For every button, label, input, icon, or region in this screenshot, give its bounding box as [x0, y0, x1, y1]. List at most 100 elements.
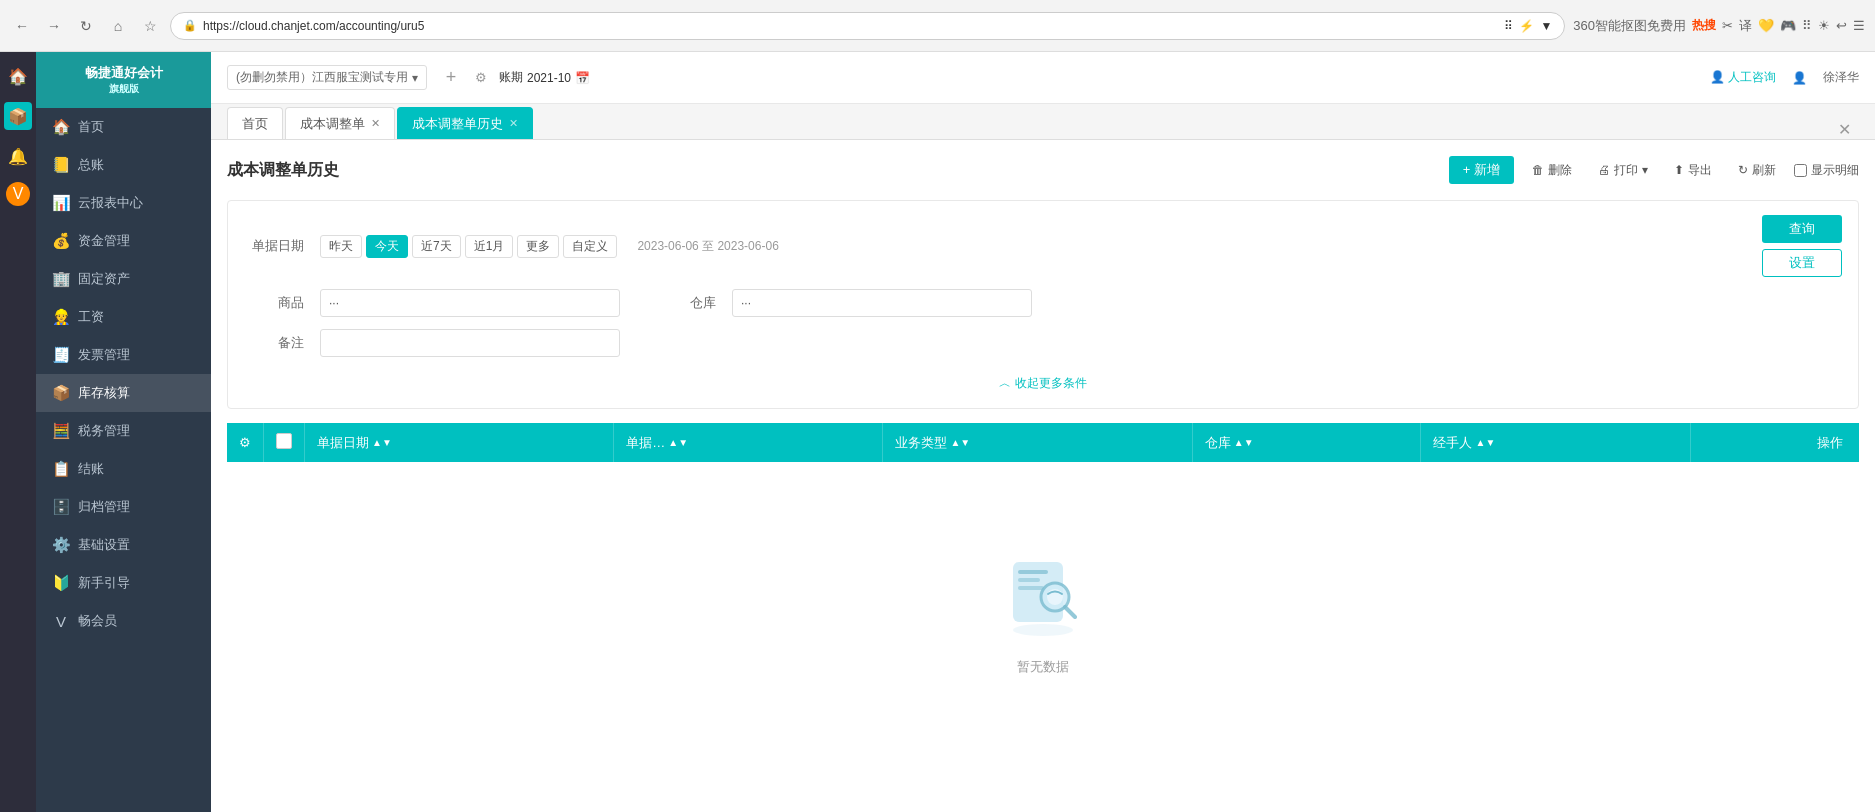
number-sort[interactable]: 单据… ▲▼ [626, 434, 870, 452]
url-bar[interactable]: 🔒 https://cloud.chanjet.com/accounting/u… [170, 12, 1565, 40]
settings-icon[interactable]: ⚙ [475, 70, 487, 85]
flash-icon: ⚡ [1519, 19, 1534, 33]
sidebar-item-7[interactable]: 📦库存核算 [36, 374, 211, 412]
refresh-button[interactable]: ↻ [74, 14, 98, 38]
tab-cost-adjust-history-close[interactable]: ✕ [509, 117, 518, 130]
new-button[interactable]: + 新增 [1449, 156, 1514, 184]
icon-bar-active[interactable]: 📦 [4, 102, 32, 130]
calendar-icon[interactable]: 📅 [575, 71, 590, 85]
query-button[interactable]: 查询 [1762, 215, 1842, 243]
browser-tools: 360智能抠图免费用 热搜 ✂ 译 💛 🎮 ⠿ ☀ ↩ ☰ [1573, 17, 1865, 35]
col-date[interactable]: 单据日期 ▲▼ [305, 423, 614, 462]
user-service[interactable]: 👤 人工咨询 [1710, 69, 1776, 86]
header-checkbox[interactable] [276, 433, 292, 449]
data-table: ⚙ 单据日期 ▲▼ [227, 423, 1859, 462]
add-tab-button[interactable]: + [439, 66, 463, 90]
warehouse-sort-arrows: ▲▼ [1234, 438, 1254, 448]
date-btn-0[interactable]: 昨天 [320, 235, 362, 258]
date-btn-5[interactable]: 自定义 [563, 235, 617, 258]
date-sort[interactable]: 单据日期 ▲▼ [317, 434, 601, 452]
sidebar-icon-7: 📦 [52, 384, 70, 402]
company-selector[interactable]: (勿删勿禁用）江西服宝测试专用 ▾ [227, 65, 427, 90]
svg-rect-2 [1018, 570, 1048, 574]
sidebar-item-10[interactable]: 🗄️归档管理 [36, 488, 211, 526]
export-icon: ⬆ [1674, 163, 1684, 177]
game-icon: 🎮 [1780, 18, 1796, 33]
tab-cost-adjust-history[interactable]: 成本调整单历史 ✕ [397, 107, 533, 139]
type-sort[interactable]: 业务类型 ▲▼ [895, 434, 1179, 452]
app-wrapper: 🏠 📦 🔔 V 畅捷通好会计 旗舰版 🏠首页📒总账📊云报表中心💰资金管理🏢固定资… [0, 52, 1875, 812]
display-checkbox[interactable] [1794, 164, 1807, 177]
display-toggle[interactable]: 显示明细 [1794, 162, 1859, 179]
home-button[interactable]: ⌂ [106, 14, 130, 38]
refresh-button[interactable]: ↻ 刷新 [1730, 158, 1784, 183]
handler-sort-arrows: ▲▼ [1475, 438, 1495, 448]
sidebar-item-11[interactable]: ⚙️基础设置 [36, 526, 211, 564]
col-type[interactable]: 业务类型 ▲▼ [883, 423, 1192, 462]
col-settings[interactable]: ⚙ [227, 423, 264, 462]
icon-bar-notification[interactable]: 🔔 [4, 142, 32, 170]
sidebar-label-8: 税务管理 [78, 422, 130, 440]
date-range: 2023-06-06 至 2023-06-06 [637, 238, 778, 255]
page-title: 成本调整单历史 [227, 160, 339, 181]
sidebar-item-2[interactable]: 📊云报表中心 [36, 184, 211, 222]
sidebar-label-6: 发票管理 [78, 346, 130, 364]
tab-home[interactable]: 首页 [227, 107, 283, 139]
date-btn-2[interactable]: 近7天 [412, 235, 461, 258]
remark-input[interactable] [320, 329, 620, 357]
period-info: 账期 2021-10 📅 [499, 69, 590, 86]
setting-button[interactable]: 设置 [1762, 249, 1842, 277]
filter-bar: 单据日期 昨天今天近7天近1月更多自定义 2023-06-06 至 2023-0… [227, 200, 1859, 409]
close-window-icon[interactable]: ✕ [1830, 120, 1859, 139]
delete-button[interactable]: 🗑 删除 [1524, 158, 1580, 183]
sidebar-item-3[interactable]: 💰资金管理 [36, 222, 211, 260]
sidebar-item-5[interactable]: 👷工资 [36, 298, 211, 336]
collapse-button[interactable]: ︿ 收起更多条件 [244, 369, 1842, 394]
sidebar-item-13[interactable]: V畅会员 [36, 602, 211, 640]
sun-icon: ☀ [1818, 18, 1830, 33]
date-label: 单据日期 [244, 237, 304, 255]
product-select[interactable]: ··· [320, 289, 620, 317]
sidebar-item-0[interactable]: 🏠首页 [36, 108, 211, 146]
date-btn-4[interactable]: 更多 [517, 235, 559, 258]
sidebar-item-9[interactable]: 📋结账 [36, 450, 211, 488]
handler-sort[interactable]: 经手人 ▲▼ [1433, 434, 1677, 452]
warehouse-sort[interactable]: 仓库 ▲▼ [1205, 434, 1409, 452]
tab-cost-adjust-close[interactable]: ✕ [371, 117, 380, 130]
product-label: 商品 [244, 294, 304, 312]
print-button[interactable]: 🖨 打印 ▾ [1590, 158, 1656, 183]
sidebar-label-4: 固定资产 [78, 270, 130, 288]
refresh-icon: ↻ [1738, 163, 1748, 177]
scissors-icon: ✂ [1722, 18, 1733, 33]
sidebar-label-2: 云报表中心 [78, 194, 143, 212]
page-header: 成本调整单历史 + 新增 🗑 删除 🖨 打印 ▾ ⬆ [227, 156, 1859, 184]
tab-cost-adjust-history-label: 成本调整单历史 [412, 115, 503, 133]
warehouse-select[interactable]: ··· [732, 289, 1032, 317]
sidebar-item-4[interactable]: 🏢固定资产 [36, 260, 211, 298]
sidebar-item-1[interactable]: 📒总账 [36, 146, 211, 184]
empty-illustration [993, 542, 1093, 642]
tab-cost-adjust[interactable]: 成本调整单 ✕ [285, 107, 395, 139]
filter-row-remark: 备注 [244, 329, 1842, 357]
sidebar-label-13: 畅会员 [78, 612, 117, 630]
tabs-bar: 首页 成本调整单 ✕ 成本调整单历史 ✕ ✕ [211, 104, 1875, 140]
company-dropdown-icon: ▾ [412, 71, 418, 85]
export-button[interactable]: ⬆ 导出 [1666, 158, 1720, 183]
grid-icon: ⠿ [1802, 18, 1812, 33]
col-handler[interactable]: 经手人 ▲▼ [1421, 423, 1690, 462]
date-btn-3[interactable]: 近1月 [465, 235, 514, 258]
sidebar-menu: 🏠首页📒总账📊云报表中心💰资金管理🏢固定资产👷工资🧾发票管理📦库存核算🧮税务管理… [36, 108, 211, 640]
icon-bar-orange[interactable]: V [6, 182, 30, 206]
col-warehouse[interactable]: 仓库 ▲▼ [1192, 423, 1421, 462]
sidebar-item-6[interactable]: 🧾发票管理 [36, 336, 211, 374]
date-btn-1[interactable]: 今天 [366, 235, 408, 258]
collapse-row: ︿ 收起更多条件 [244, 369, 1842, 394]
back-button[interactable]: ← [10, 14, 34, 38]
col-check[interactable] [264, 423, 305, 462]
company-name: (勿删勿禁用）江西服宝测试专用 [236, 69, 408, 86]
bookmark-button[interactable]: ☆ [138, 14, 162, 38]
sidebar-item-12[interactable]: 🔰新手引导 [36, 564, 211, 602]
sidebar-item-8[interactable]: 🧮税务管理 [36, 412, 211, 450]
forward-button[interactable]: → [42, 14, 66, 38]
col-number[interactable]: 单据… ▲▼ [614, 423, 883, 462]
